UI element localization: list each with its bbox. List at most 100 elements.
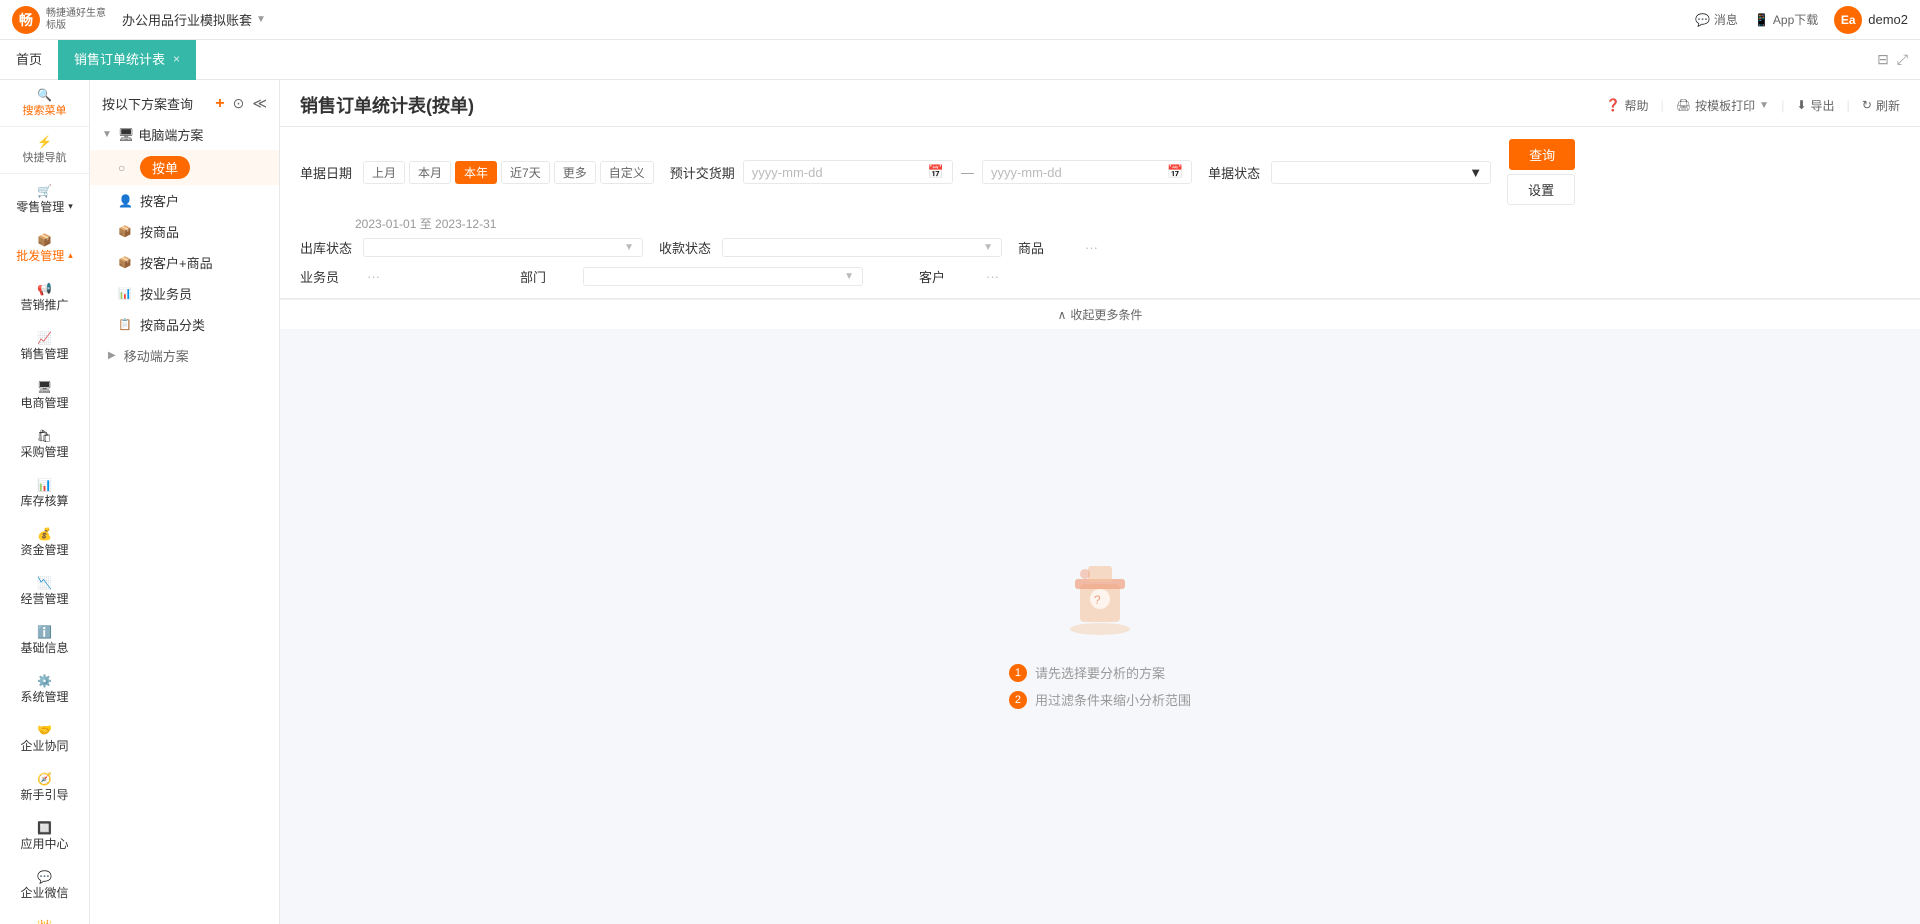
sidebar-item-guide[interactable]: 🧭 新手引导 (0, 762, 89, 811)
sidebar-quick-nav[interactable]: ⚡ 快捷导航 (0, 127, 89, 174)
payment-arrow-icon: ▼ (983, 242, 993, 253)
date-btn-this-year[interactable]: 本年 (455, 161, 497, 184)
sidebar-item-system[interactable]: ⚙️ 系统管理 (0, 664, 89, 713)
sidebar-item-members[interactable]: 👑 畅会员 (0, 909, 89, 924)
workspace-arrow-icon: ▼ (256, 14, 266, 25)
shipment-status-field: 出库状态 ▼ (300, 238, 643, 257)
ecommerce-label: 电商管理 (20, 394, 68, 411)
scheme-item-by-customer-goods[interactable]: 📦 按客户+商品 (90, 247, 279, 278)
app-download-action[interactable]: 📱 App下载 (1754, 11, 1818, 28)
expected-date-start-input[interactable] (752, 165, 928, 180)
sidebar-item-operations[interactable]: 📉 经营管理 (0, 566, 89, 615)
date-btn-last-7[interactable]: 近7天 (501, 161, 550, 184)
customer-more-icon[interactable]: ··· (982, 269, 1003, 284)
department-select[interactable]: ▼ (583, 267, 863, 286)
empty-illustration: ? (1050, 544, 1150, 647)
add-scheme-icon[interactable]: + (215, 95, 224, 113)
filter-bill-status-field: 单据状态 ▼ (1208, 161, 1491, 184)
tip-num-1: 1 (1009, 664, 1027, 682)
right-main: 销售订单统计表(按单) ❓ 帮助 | 🖨 按模板打印 ▼ | ⬇ (280, 80, 1920, 924)
date-btn-custom[interactable]: 自定义 (600, 161, 654, 184)
goods-more-icon[interactable]: ··· (1081, 240, 1102, 255)
tab-home[interactable]: 首页 (0, 40, 58, 80)
ecommerce-icon: 🖥 (37, 380, 52, 394)
sidebar-search[interactable]: 🔍 搜索菜单 (0, 80, 89, 127)
calendar-end-icon[interactable]: 📅 (1167, 164, 1183, 180)
expected-date-end-input[interactable] (991, 165, 1167, 180)
edit-scheme-icon[interactable]: ⊙ (233, 95, 245, 112)
move-scheme-item[interactable]: ▶ 移动端方案 (90, 340, 279, 371)
export-icon: ⬇ (1796, 98, 1806, 112)
sidebar-item-wechat[interactable]: 💬 企业微信 (0, 860, 89, 909)
date-btn-this-month[interactable]: 本月 (409, 161, 451, 184)
scheme-item-by-sp-label: 按业务员 (140, 284, 192, 303)
goods-label: 商品 (1018, 238, 1073, 257)
action-buttons: 查询 设置 (1507, 139, 1575, 205)
scheme-item-by-order[interactable]: ○ 按单 (90, 150, 279, 185)
salesperson-more-icon[interactable]: ··· (363, 269, 384, 284)
help-button[interactable]: ❓ 帮助 (1606, 97, 1649, 114)
marketing-icon: 📢 (37, 282, 52, 296)
scheme-item-by-category[interactable]: 📋 按商品分类 (90, 309, 279, 340)
shipment-status-select[interactable]: ▼ (363, 238, 643, 257)
collapse-bar[interactable]: ∧ 收起更多条件 (280, 299, 1920, 329)
operations-label: 经营管理 (20, 590, 68, 607)
inventory-label: 库存核算 (20, 492, 68, 509)
message-action[interactable]: 💬 消息 (1695, 11, 1738, 28)
workspace-selector[interactable]: 办公用品行业模拟账套 ▼ (114, 10, 274, 29)
scheme-item-by-customer[interactable]: 👤 按客户 (90, 185, 279, 216)
sidebar-item-finance[interactable]: 💰 资金管理 (0, 517, 89, 566)
scheme-item-by-cat-label: 按商品分类 (140, 315, 205, 334)
tab-sales-order[interactable]: 销售订单统计表 × (58, 40, 196, 80)
system-label: 系统管理 (20, 688, 68, 705)
content-area: 按以下方案查询 + ⊙ ≪ ▼ 🖥 电脑端方案 ○ 按单 👤 (90, 80, 1920, 924)
scheme-item-by-salesperson[interactable]: 📊 按业务员 (90, 278, 279, 309)
top-bar: 畅 畅捷通好生意 标版 办公用品行业模拟账套 ▼ 💬 消息 📱 App下载 Ea… (0, 0, 1920, 40)
tab-home-label: 首页 (16, 49, 42, 68)
tab-maximize-icon[interactable]: ⤢ (1897, 51, 1908, 68)
refresh-icon: ↻ (1862, 98, 1872, 112)
tip-num-2: 2 (1009, 691, 1027, 709)
sidebar-item-basic[interactable]: ℹ️ 基础信息 (0, 615, 89, 664)
payment-status-label: 收款状态 (659, 238, 714, 257)
date-btn-last-month[interactable]: 上月 (363, 161, 405, 184)
sidebar-item-inventory[interactable]: 📊 库存核算 (0, 468, 89, 517)
scheme-item-by-cat-icon: 📋 (118, 318, 134, 331)
scheme-panel-icons: + ⊙ ≪ (215, 95, 267, 113)
tab-minimize-icon[interactable]: ⊟ (1877, 51, 1889, 68)
marketing-label: 营销推广 (20, 296, 68, 313)
sidebar-item-appstore[interactable]: 🔲 应用中心 (0, 811, 89, 860)
date-btn-more[interactable]: 更多 (554, 161, 596, 184)
sidebar-item-retail[interactable]: 🛒 零售管理 ▾ (0, 174, 89, 223)
sidebar-item-sales[interactable]: 📈 销售管理 (0, 321, 89, 370)
template-print-button[interactable]: 🖨 按模板打印 ▼ (1676, 97, 1769, 114)
scheme-item-by-sp-icon: 📊 (118, 287, 134, 300)
page-header: 销售订单统计表(按单) ❓ 帮助 | 🖨 按模板打印 ▼ | ⬇ (280, 80, 1920, 127)
message-icon: 💬 (1695, 13, 1710, 27)
refresh-button[interactable]: ↻ 刷新 (1862, 97, 1900, 114)
date-separator: — (961, 165, 974, 180)
sidebar-item-ecommerce[interactable]: 🖥 电商管理 (0, 370, 89, 419)
sidebar-menu: 🛒 零售管理 ▾ 📦 批发管理 ▴ 📢 营销推广 📈 销售管理 (0, 174, 89, 924)
setting-button[interactable]: 设置 (1507, 174, 1575, 205)
sidebar-item-wholesale[interactable]: 📦 批发管理 ▴ (0, 223, 89, 272)
template-print-arrow-icon: ▼ (1759, 100, 1769, 111)
payment-status-select[interactable]: ▼ (722, 238, 1002, 257)
scheme-item-by-cg-label: 按客户+商品 (140, 253, 213, 272)
collapse-scheme-icon[interactable]: ≪ (252, 95, 267, 112)
retail-label: 零售管理 (16, 198, 64, 215)
scheme-group-header[interactable]: ▼ 🖥 电脑端方案 (90, 119, 279, 150)
wholesale-arrow: ▴ (68, 250, 73, 261)
query-button[interactable]: 查询 (1509, 139, 1575, 170)
user-area[interactable]: Ea demo2 (1834, 6, 1908, 34)
sidebar-item-marketing[interactable]: 📢 营销推广 (0, 272, 89, 321)
scheme-item-by-order-icon: ○ (118, 161, 134, 175)
scheme-panel-header: 按以下方案查询 + ⊙ ≪ (90, 88, 279, 119)
calendar-start-icon[interactable]: 📅 (928, 164, 944, 180)
sidebar-item-purchase[interactable]: 🛍 采购管理 (0, 419, 89, 468)
scheme-item-by-goods[interactable]: 📦 按商品 (90, 216, 279, 247)
export-button[interactable]: ⬇ 导出 (1796, 97, 1834, 114)
bill-status-select[interactable]: ▼ (1271, 161, 1491, 184)
tab-close-icon[interactable]: × (173, 52, 180, 66)
sidebar-item-enterprise[interactable]: 🤝 企业协同 (0, 713, 89, 762)
